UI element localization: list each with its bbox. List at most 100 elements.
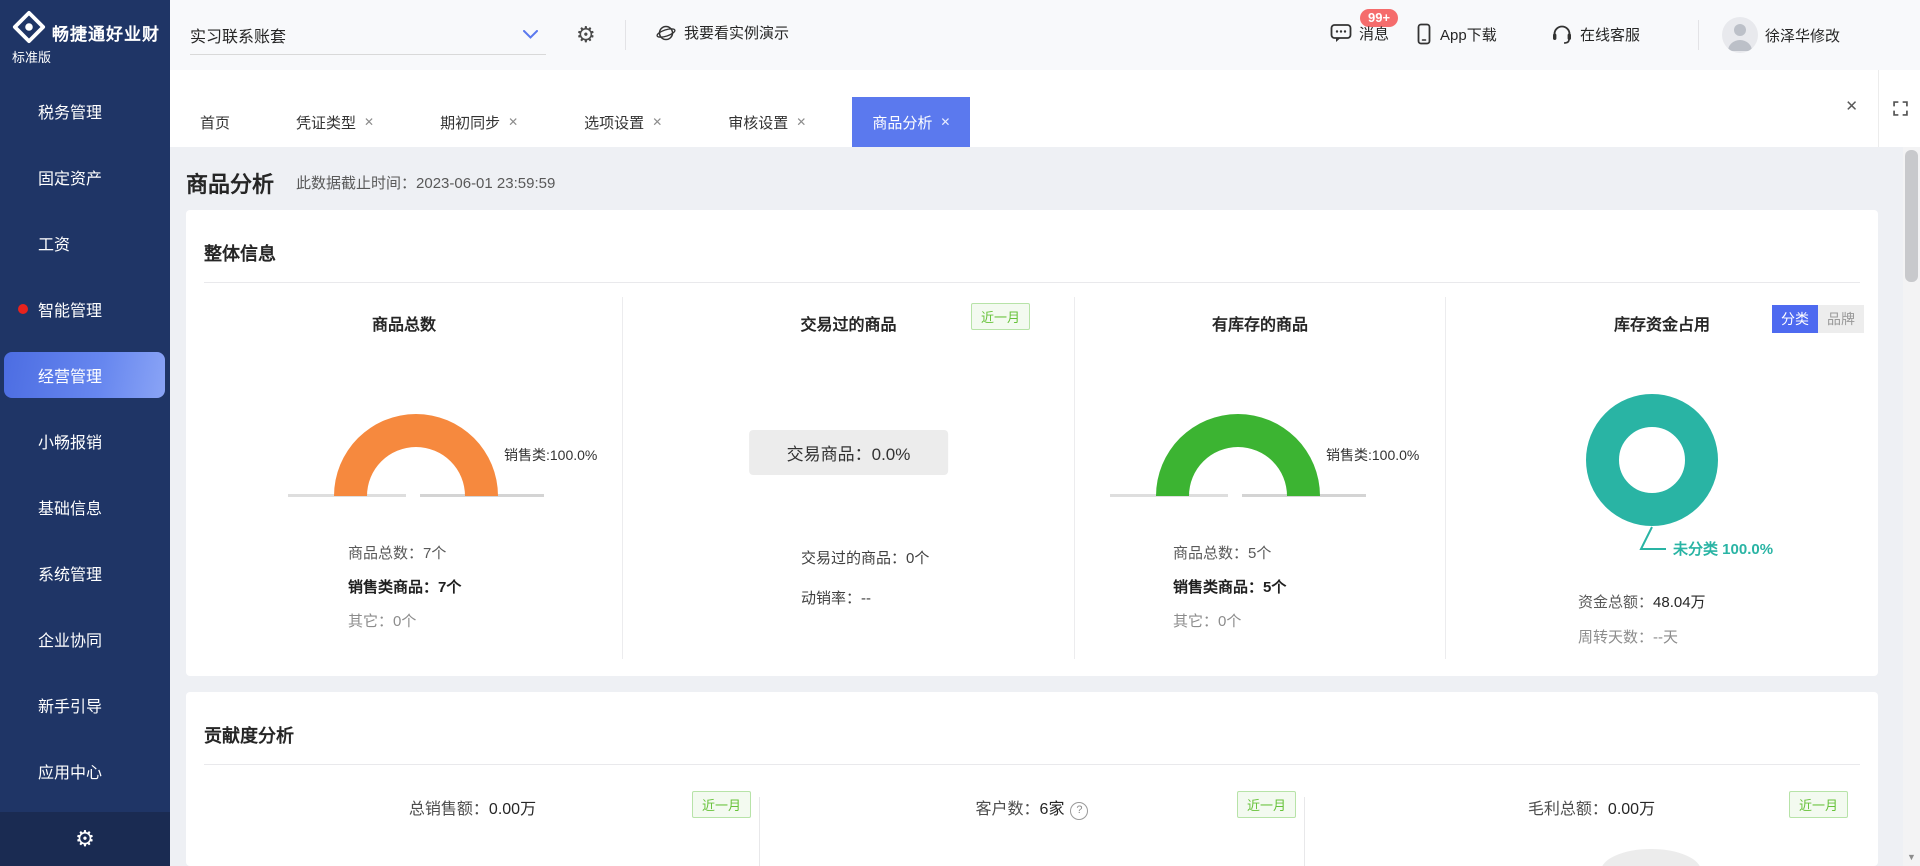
sidebar-item-basic-info[interactable]: 基础信息 — [0, 474, 170, 540]
traded-products-kpi-pill: 交易商品：0.0% — [748, 430, 949, 475]
data-cutoff-time: 此数据截止时间：2023-06-01 23:59:59 — [296, 175, 556, 192]
total-products-panel: 商品总数 销售类:100.0% 商品总数：7个 销售类商品：7个 其它：0个 — [186, 297, 623, 659]
demo-link[interactable]: 我要看实例演示 — [656, 22, 789, 43]
vertical-scrollbar[interactable] — [1903, 147, 1920, 866]
contribution-metrics: 总销售额：0.00万 近一月 客户数：6家 近一月 毛利总额：0.00万 近一月 — [186, 777, 1878, 866]
panel-stats: 商品总数：7个 销售类商品：7个 其它：0个 — [348, 537, 461, 639]
donut-slice-label: 未分类 100.0% — [1672, 540, 1773, 558]
sidebar-item-payroll[interactable]: 工资 — [0, 210, 170, 276]
close-icon[interactable] — [508, 115, 518, 129]
stat-row: 销售类商品：7个 — [348, 579, 462, 596]
contribution-card: 贡献度分析 总销售额：0.00万 近一月 客户数：6家 近一月 毛利总额：0.0… — [186, 692, 1878, 866]
period-badge[interactable]: 近一月 — [1236, 791, 1296, 818]
stat-row: 商品总数：5个 — [1173, 545, 1272, 562]
sidebar-item-xiaochang-expense[interactable]: 小畅报销 — [0, 408, 170, 474]
fullscreen-button[interactable] — [1878, 70, 1920, 147]
sidebar-item-tax[interactable]: 税务管理 — [0, 78, 170, 144]
brand-edition: 标准版 — [12, 50, 52, 65]
page-title: 商品分析 — [186, 171, 275, 197]
stat-row: 动销率：-- — [801, 590, 872, 607]
metric-text: 总销售额：0.00万 — [408, 801, 537, 818]
sidebar-item-smart-management[interactable]: 智能管理 — [0, 276, 170, 342]
stat-row: 周转天数：--天 — [1578, 629, 1679, 646]
header-divider — [1698, 20, 1699, 50]
phone-icon — [1417, 23, 1431, 45]
panel-title: 有库存的商品 — [1211, 317, 1308, 334]
messages-button[interactable]: 消息 — [1330, 23, 1389, 44]
scrollbar-thumb[interactable] — [1905, 150, 1918, 282]
headset-icon — [1553, 25, 1571, 44]
sidebar-footer — [0, 812, 170, 866]
close-all-tabs-icon[interactable] — [1845, 97, 1858, 115]
stat-row: 商品总数：7个 — [348, 545, 447, 562]
tab-voucher-type[interactable]: 凭证类型 — [276, 97, 394, 147]
close-icon[interactable] — [940, 115, 950, 129]
toggle-category[interactable]: 分类 — [1772, 305, 1818, 333]
sidebar-item-app-center[interactable]: 应用中心 — [0, 738, 170, 804]
tab-bar: 首页 凭证类型 期初同步 选项设置 审核设置 商品分析 — [170, 70, 1878, 147]
sidebar-item-fixed-assets[interactable]: 固定资产 — [0, 144, 170, 210]
message-bubble-icon — [1330, 24, 1352, 42]
stat-row: 资金总额：48.04万 — [1578, 594, 1706, 611]
panel-stats: 资金总额：48.04万 周转天数：--天 — [1578, 585, 1706, 655]
period-badge[interactable]: 近一月 — [1788, 791, 1848, 818]
sidebar-item-system-management[interactable]: 系统管理 — [0, 540, 170, 606]
help-icon[interactable] — [1070, 802, 1089, 820]
panel-stats: 商品总数：5个 销售类商品：5个 其它：0个 — [1173, 537, 1286, 639]
sidebar-settings-gear-icon[interactable] — [75, 826, 95, 852]
section-divider — [204, 764, 1860, 765]
close-icon[interactable] — [652, 115, 662, 129]
sidebar-item-enterprise-collaboration[interactable]: 企业协同 — [0, 606, 170, 672]
tab-home[interactable]: 首页 — [180, 97, 250, 147]
notification-dot — [18, 304, 28, 314]
settings-gear-icon[interactable] — [576, 22, 596, 48]
logo-block[interactable]: 畅捷通好业财 标准版 — [0, 0, 170, 70]
chevron-down-icon — [523, 30, 538, 39]
sidebar-item-beginner-guide[interactable]: 新手引导 — [0, 672, 170, 738]
tab-initial-sync[interactable]: 期初同步 — [420, 97, 538, 147]
donut-chart-teal: 未分类 100.0% — [1586, 394, 1773, 558]
account-book-selector[interactable]: 实习联系账套 — [190, 14, 546, 55]
tab-product-analysis[interactable]: 商品分析 — [852, 97, 971, 147]
page-header: 商品分析 此数据截止时间：2023-06-01 23:59:59 — [186, 155, 555, 210]
panel-title: 商品总数 — [371, 317, 436, 334]
period-badge[interactable]: 近一月 — [970, 303, 1030, 330]
toggle-brand[interactable]: 品牌 — [1818, 305, 1864, 333]
inventory-capital-panel: 库存资金占用 分类 品牌 未分类 100.0% 资金总额：48.04万 周转天数… — [1446, 297, 1878, 659]
close-icon[interactable] — [364, 115, 374, 129]
tab-audit-settings[interactable]: 审核设置 — [708, 97, 826, 147]
overview-columns: 商品总数 销售类:100.0% 商品总数：7个 销售类商品：7个 其它：0个 交… — [186, 297, 1878, 659]
header-divider — [625, 20, 626, 50]
messages-label: 消息 — [1359, 26, 1390, 43]
app-window: 畅捷通好业财 标准版 税务管理 固定资产 工资 智能管理 经营管理 小畅报销 基… — [0, 0, 1920, 866]
traded-products-panel: 交易过的商品 近一月 交易商品：0.0% 交易过的商品：0个 动销率：-- — [623, 297, 1075, 659]
tab-option-settings[interactable]: 选项设置 — [564, 97, 682, 147]
partial-chart-hint — [1601, 849, 1701, 866]
app-download-button[interactable]: App下载 — [1415, 23, 1497, 45]
online-support-button[interactable]: 在线客服 — [1551, 23, 1640, 45]
close-icon[interactable] — [796, 115, 806, 129]
panel-stats: 交易过的商品：0个 动销率：-- — [801, 539, 929, 619]
category-brand-toggle: 分类 品牌 — [1772, 305, 1864, 333]
username: 徐泽华修改 — [1765, 27, 1841, 45]
scroll-down-arrow-icon[interactable] — [1903, 852, 1920, 862]
stat-row: 其它：0个 — [1173, 613, 1242, 630]
account-book-name: 实习联系账套 — [190, 29, 287, 46]
stat-row: 交易过的商品：0个 — [801, 550, 930, 567]
demo-globe-icon — [656, 25, 676, 40]
in-stock-products-panel: 有库存的商品 销售类:100.0% 商品总数：5个 销售类商品：5个 其它：0个 — [1075, 297, 1446, 659]
metric-text: 客户数：6家 — [760, 795, 1304, 820]
brand-name: 畅捷通好业财 — [52, 25, 160, 44]
top-bar: 实习联系账套 我要看实例演示 99+ 消息 — [170, 0, 1920, 70]
section-divider — [204, 282, 1860, 283]
avatar — [1722, 17, 1758, 53]
user-menu[interactable]: 徐泽华修改 — [1722, 17, 1840, 53]
period-badge[interactable]: 近一月 — [691, 791, 751, 818]
brand-logo-icon — [12, 10, 46, 44]
expand-icon — [1892, 101, 1908, 116]
app-download-label: App下载 — [1440, 26, 1497, 44]
overview-card: 整体信息 商品总数 销售类:100.0% 商品总数：7个 销售类商品：7个 其它… — [186, 210, 1878, 676]
demo-link-label: 我要看实例演示 — [684, 25, 790, 42]
sidebar-item-business-management[interactable]: 经营管理 — [0, 342, 170, 408]
gauge-series-label: 销售类:100.0% — [1326, 447, 1420, 463]
